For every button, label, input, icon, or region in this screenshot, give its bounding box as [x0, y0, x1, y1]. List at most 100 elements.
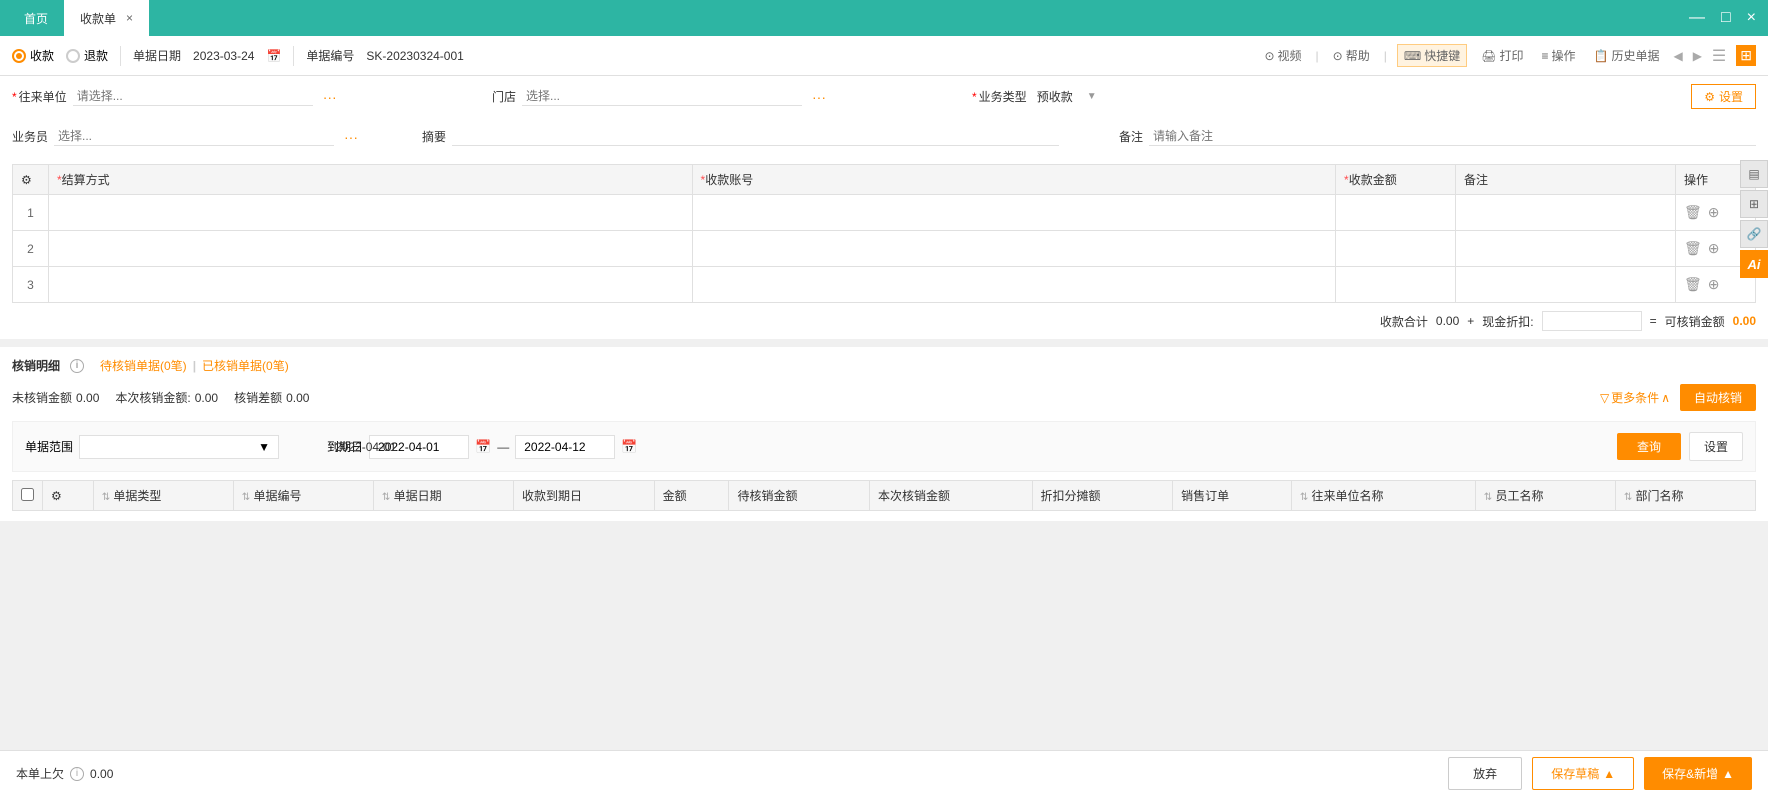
refund-radio[interactable]: 退款 — [66, 47, 108, 64]
th-doc-number[interactable]: ⇅ 单据编号 — [233, 481, 373, 511]
partner-label: *往来单位 — [12, 88, 67, 105]
amount-cell-2[interactable] — [1336, 231, 1456, 267]
delete-row-3-icon[interactable]: 🗑 — [1684, 276, 1702, 293]
date-from-input[interactable] — [369, 435, 469, 459]
restore-btn[interactable]: □ — [1717, 7, 1735, 29]
store-input[interactable] — [522, 87, 802, 106]
refund-radio-label: 退款 — [84, 47, 108, 64]
nav-left-icon[interactable]: ◀ — [1673, 49, 1682, 63]
footer: 本单上欠 i 0.00 放弃 保存草稿 ▲ 保存&新增 ▲ — [0, 750, 1768, 796]
help-btn[interactable]: ⊙ 帮助 — [1329, 45, 1374, 66]
mini-btn-grid[interactable]: ⊞ — [1740, 190, 1768, 218]
settlement-cell-1[interactable] — [49, 195, 693, 231]
verify-title-text: 核销明细 — [12, 357, 60, 374]
sort-icon-dept: ⇅ — [1624, 492, 1632, 503]
abandon-btn[interactable]: 放弃 — [1448, 757, 1522, 790]
operation-btn[interactable]: ≡ 操作 — [1537, 45, 1579, 66]
current-cancel-stat: 本次核销金额: 0.00 — [115, 389, 218, 406]
verify-info-icon[interactable]: i — [70, 359, 84, 373]
calendar-icon[interactable]: 📅 — [266, 49, 281, 63]
pending-tab[interactable]: 待核销单据(0笔) — [94, 357, 193, 374]
range-select[interactable]: ▼ — [79, 435, 279, 459]
mini-btn-link[interactable]: 🔗 — [1740, 220, 1768, 248]
nav-right-icon[interactable]: ▶ — [1693, 49, 1702, 63]
this-order-info-icon[interactable]: i — [70, 767, 84, 781]
main-content-area: *往来单位 ··· 门店 ··· *业务类型 预收款 ▼ ⚙ 设置 业务员 ··… — [0, 76, 1768, 339]
shortcut-btn[interactable]: ⌨ 快捷键 — [1397, 44, 1467, 67]
th-checkbox[interactable] — [13, 481, 43, 511]
remark-input[interactable] — [1149, 127, 1756, 146]
remark-cell-3[interactable] — [1456, 267, 1676, 303]
more-conditions-btn[interactable]: ▽ 更多条件 ∧ — [1600, 389, 1670, 406]
amount-cell-1[interactable] — [1336, 195, 1456, 231]
salesman-input[interactable] — [54, 127, 334, 146]
sort-icon-left: ⇅ — [102, 492, 110, 503]
calendar-to-icon[interactable]: 📅 — [621, 439, 637, 455]
copy-row-2-icon[interactable]: ⊕ — [1708, 240, 1720, 257]
th-partner-name[interactable]: ⇅ 往来单位名称 — [1291, 481, 1475, 511]
mini-btn-table[interactable]: ▤ — [1740, 160, 1768, 188]
grid-view-icon[interactable]: ⊞ — [1736, 45, 1756, 66]
account-cell-3[interactable] — [692, 267, 1336, 303]
row-num-2: 2 — [13, 231, 49, 267]
salesman-more-btn[interactable]: ··· — [340, 129, 362, 145]
auto-cancel-label: 自动核销 — [1694, 391, 1742, 405]
select-all-checkbox[interactable] — [21, 488, 34, 501]
th-doc-date[interactable]: ⇅ 单据日期 — [373, 481, 513, 511]
th-gear-bottom[interactable]: ⚙ — [43, 481, 94, 511]
account-cell-1[interactable] — [692, 195, 1336, 231]
summary-input[interactable] — [452, 127, 1059, 146]
th-sales-order: 销售订单 — [1173, 481, 1292, 511]
video-btn[interactable]: ⊙ 视频 — [1260, 45, 1305, 66]
th-amount: *收款金额 — [1336, 165, 1456, 195]
table-row: 1 🗑 ⊕ — [13, 195, 1756, 231]
delete-row-1-icon[interactable]: 🗑 — [1684, 204, 1702, 221]
th-department[interactable]: ⇅ 部门名称 — [1615, 481, 1755, 511]
date-value[interactable]: 2023-03-24 — [193, 49, 254, 63]
remark-cell-1[interactable] — [1456, 195, 1676, 231]
date-to-input[interactable] — [515, 435, 615, 459]
tab-receipt-close[interactable]: × — [126, 11, 133, 25]
settlement-cell-2[interactable] — [49, 231, 693, 267]
partner-input[interactable] — [73, 87, 313, 106]
auto-cancel-btn[interactable]: 自动核销 — [1680, 384, 1756, 411]
copy-row-3-icon[interactable]: ⊕ — [1708, 276, 1720, 293]
th-employee[interactable]: ⇅ 员工名称 — [1475, 481, 1615, 511]
business-type-chevron[interactable]: ▼ — [1087, 91, 1097, 102]
right-mini-toolbar: ▤ ⊞ 🔗 Ai — [1740, 160, 1768, 278]
query-btn[interactable]: 查询 — [1617, 433, 1681, 460]
tab-home[interactable]: 首页 — [8, 0, 64, 36]
done-tab[interactable]: 已核销单据(0笔) — [196, 357, 295, 374]
copy-row-1-icon[interactable]: ⊕ — [1708, 204, 1720, 221]
th-doc-type[interactable]: ⇅ 单据类型 — [93, 481, 233, 511]
save-new-chevron-icon: ▲ — [1722, 767, 1734, 781]
partner-more-btn[interactable]: ··· — [319, 89, 341, 105]
history-btn[interactable]: 📋 历史单据 — [1589, 45, 1663, 66]
salesman-field: 业务员 ··· — [12, 127, 362, 146]
store-more-btn[interactable]: ··· — [808, 89, 830, 105]
calendar-from-icon[interactable]: 📅 — [475, 439, 491, 455]
operation-icon: ≡ — [1541, 49, 1548, 63]
filter-settings-btn[interactable]: 设置 — [1689, 432, 1743, 461]
print-btn[interactable]: 🖨 打印 — [1477, 45, 1527, 66]
cash-discount-input[interactable] — [1542, 311, 1642, 331]
remark-cell-2[interactable] — [1456, 231, 1676, 267]
mini-btn-ai[interactable]: Ai — [1740, 250, 1768, 278]
delete-row-2-icon[interactable]: 🗑 — [1684, 240, 1702, 257]
draft-btn[interactable]: 保存草稿 ▲ — [1532, 757, 1634, 790]
filter-date-row: 单据范围 ▼ 到期日 2022-04-01 📅 — 📅 查询 — [25, 432, 1743, 461]
uncancelled-label: 未核销金额 — [12, 389, 72, 406]
settings-button[interactable]: ⚙ 设置 — [1691, 84, 1756, 109]
close-btn[interactable]: × — [1743, 7, 1760, 29]
settlement-cell-3[interactable] — [49, 267, 693, 303]
minimize-btn[interactable]: — — [1685, 7, 1709, 29]
amount-cell-3[interactable] — [1336, 267, 1456, 303]
account-cell-2[interactable] — [692, 231, 1336, 267]
tab-receipt[interactable]: 收款单 × — [64, 0, 149, 36]
save-new-btn[interactable]: 保存&新增 ▲ — [1644, 757, 1752, 790]
list-view-icon[interactable]: ☰ — [1712, 46, 1726, 66]
receipt-radio[interactable]: 收款 — [12, 47, 54, 64]
uncancelled-value: 0.00 — [76, 391, 99, 405]
help-label: 帮助 — [1346, 47, 1370, 64]
th-gear[interactable]: ⚙ — [13, 165, 49, 195]
